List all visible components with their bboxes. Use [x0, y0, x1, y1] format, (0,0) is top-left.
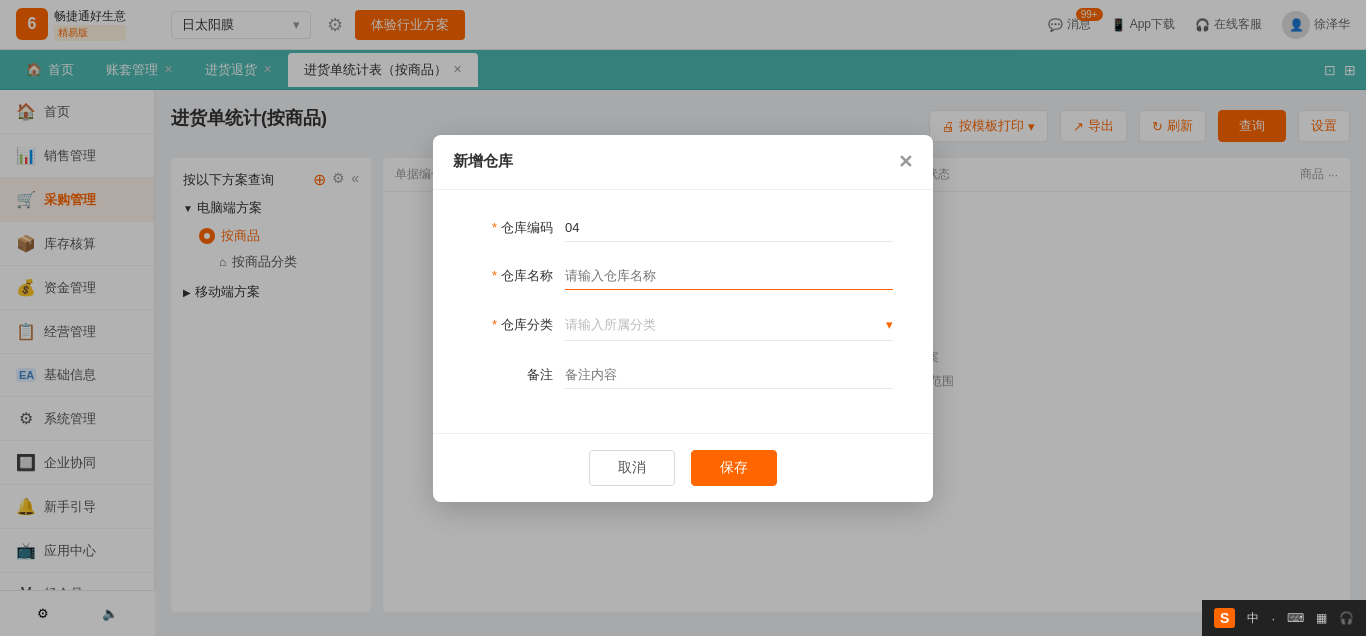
modal-header: 新增仓库 ✕: [433, 135, 933, 190]
category-dropdown-icon: ▾: [886, 317, 893, 332]
warehouse-name-input[interactable]: [565, 262, 893, 290]
status-keyboard[interactable]: ⌨: [1287, 611, 1304, 625]
form-row-name: 仓库名称: [473, 262, 893, 290]
form-row-category: 仓库分类 请输入所属分类 ▾: [473, 310, 893, 341]
modal-close-button[interactable]: ✕: [898, 151, 913, 173]
category-label: 仓库分类: [473, 316, 553, 334]
status-lang[interactable]: 中: [1247, 610, 1259, 627]
modal-footer: 取消 保存: [433, 433, 933, 502]
modal-add-warehouse: 新增仓库 ✕ 仓库编码 仓库名称 仓库分类 请输入所属分类 ▾: [433, 135, 933, 502]
status-dot: ·: [1271, 611, 1275, 626]
save-button[interactable]: 保存: [691, 450, 777, 486]
code-label: 仓库编码: [473, 219, 553, 237]
name-label: 仓库名称: [473, 267, 553, 285]
note-input[interactable]: [565, 361, 893, 389]
status-bar: S 中 · ⌨ ▦ 🎧: [1202, 600, 1366, 636]
modal-body: 仓库编码 仓库名称 仓库分类 请输入所属分类 ▾ 备注: [433, 190, 933, 433]
note-label: 备注: [473, 366, 553, 384]
modal-title: 新增仓库: [453, 152, 513, 171]
modal-overlay: 新增仓库 ✕ 仓库编码 仓库名称 仓库分类 请输入所属分类 ▾: [0, 0, 1366, 636]
form-row-note: 备注: [473, 361, 893, 389]
category-select[interactable]: 请输入所属分类 ▾: [565, 310, 893, 341]
category-placeholder: 请输入所属分类: [565, 316, 656, 334]
status-grid[interactable]: ▦: [1316, 611, 1327, 625]
status-headset[interactable]: 🎧: [1339, 611, 1354, 625]
cancel-button[interactable]: 取消: [589, 450, 675, 486]
form-row-code: 仓库编码: [473, 214, 893, 242]
warehouse-code-input[interactable]: [565, 214, 893, 242]
brand-icon: S: [1214, 608, 1235, 628]
